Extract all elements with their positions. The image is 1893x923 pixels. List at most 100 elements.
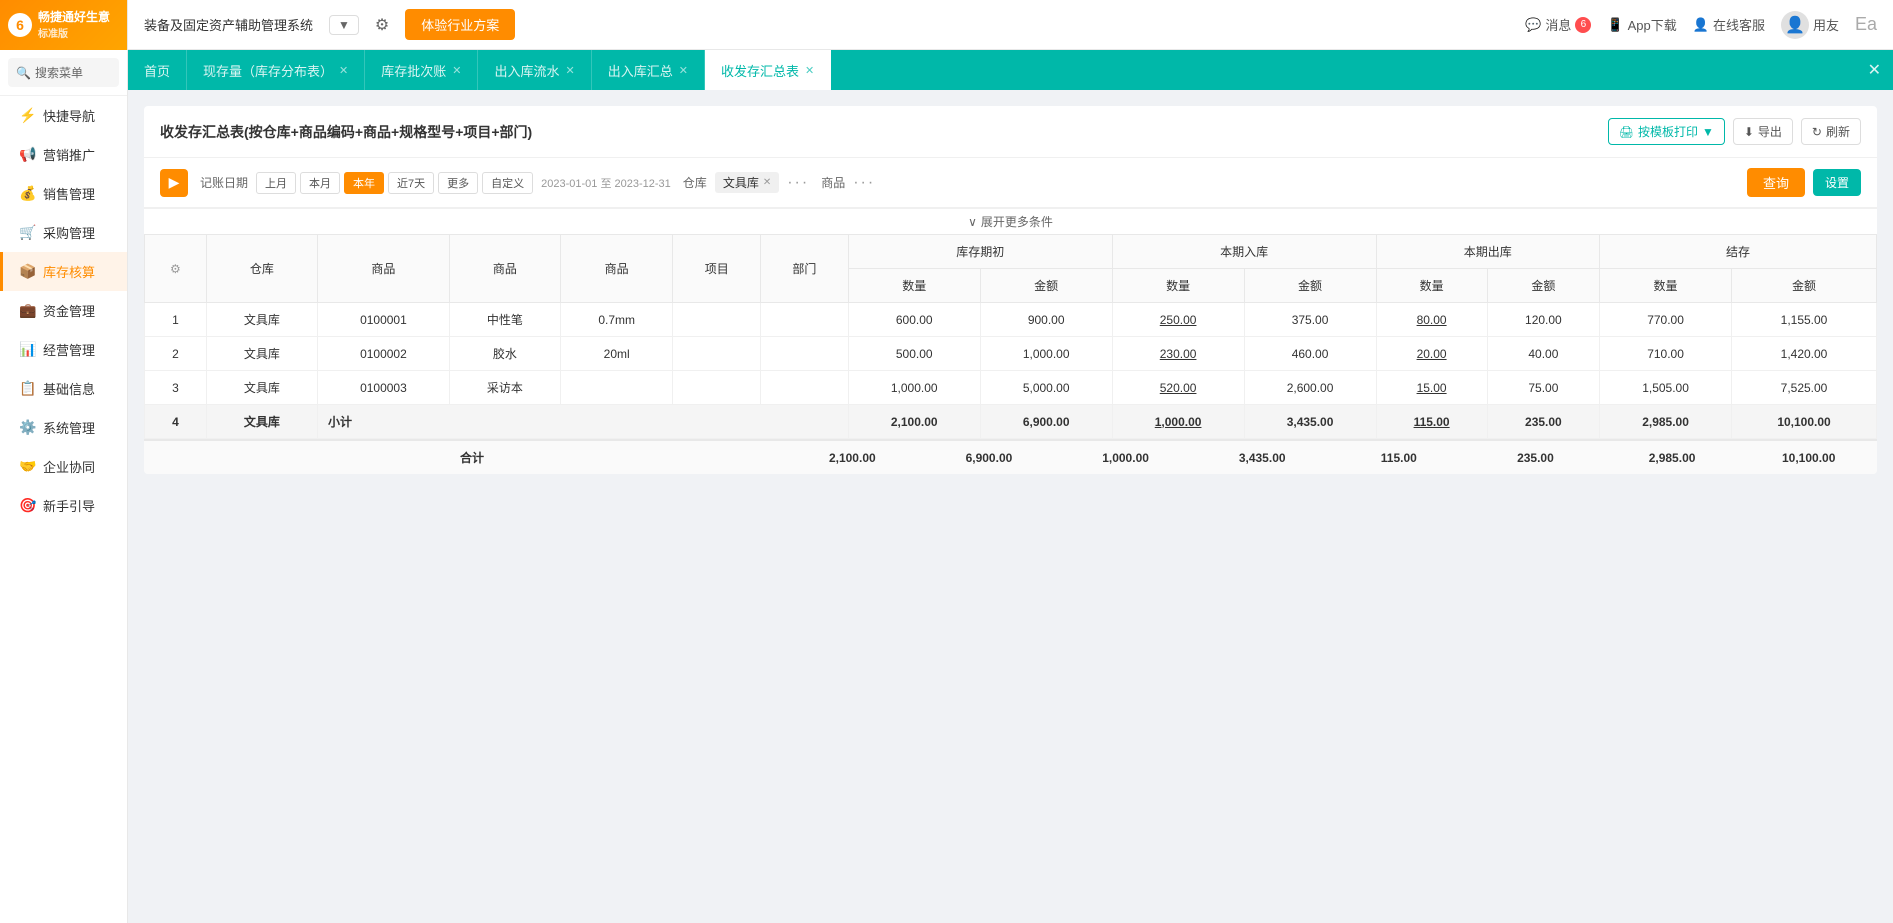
refresh-icon: ↻: [1812, 125, 1822, 139]
footer-init-qty: 2,100.00: [784, 451, 921, 465]
sidebar-item-finance[interactable]: 💼 资金管理: [0, 291, 127, 330]
tab-close-batch[interactable]: ✕: [452, 64, 461, 77]
date-btn-7days[interactable]: 近7天: [388, 172, 434, 194]
tabs-bar: 首页 现存量（库存分布表） ✕ 库存批次账 ✕ 出入库流水 ✕ 出入库汇总 ✕ …: [128, 50, 1893, 90]
system-name: 装备及固定资产辅助管理系统: [144, 15, 313, 34]
cell-code: 0100001: [317, 303, 449, 337]
online-service-button[interactable]: 👤 在线客服: [1693, 15, 1765, 34]
query-button[interactable]: 查询: [1747, 168, 1805, 197]
table-header-row1: ⚙ 仓库 商品 商品 商品 项目 部门 库存期初 本期入库 本期出库 结存: [145, 235, 1877, 269]
sidebar-item-system-label: 系统管理: [43, 418, 95, 437]
footer-nums: 2,100.00 6,900.00 1,000.00 3,435.00 115.…: [784, 451, 1877, 465]
date-btn-this-year[interactable]: 本年: [344, 172, 384, 194]
user-menu[interactable]: 👤 用友: [1781, 11, 1839, 39]
th-settings[interactable]: ⚙: [145, 235, 207, 303]
cell-dept: [761, 303, 849, 337]
sidebar-item-enterprise[interactable]: 🤝 企业协同: [0, 447, 127, 486]
warehouse-more[interactable]: ···: [787, 174, 809, 192]
cell-in-qty[interactable]: 520.00: [1112, 371, 1244, 405]
tab-close-flow[interactable]: ✕: [566, 64, 575, 77]
th-init-amt: 金额: [980, 269, 1112, 303]
date-btn-this-month[interactable]: 本月: [300, 172, 340, 194]
service-icon: 👤: [1693, 17, 1709, 33]
subtotal-in-qty[interactable]: 1,000.00: [1112, 405, 1244, 439]
date-btn-more[interactable]: 更多: [438, 172, 478, 194]
cell-no: 2: [145, 337, 207, 371]
cell-warehouse: 文具库: [206, 337, 317, 371]
expand-conditions-row[interactable]: ∨ 展开更多条件: [144, 208, 1877, 234]
footer-bal-qty: 2,985.00: [1604, 451, 1741, 465]
sidebar-item-quick[interactable]: ⚡ 快捷导航: [0, 96, 127, 135]
goods-label: 商品: [821, 174, 845, 191]
sidebar-item-operation-label: 经营管理: [43, 340, 95, 359]
warehouse-tag-close[interactable]: ✕: [763, 177, 771, 188]
tab-close-summary[interactable]: ✕: [679, 64, 688, 77]
cell-project: [673, 303, 761, 337]
date-btn-custom[interactable]: 自定义: [482, 172, 533, 194]
sidebar-item-inventory[interactable]: 📦 库存核算: [0, 252, 127, 291]
warehouse-label: 仓库: [683, 174, 707, 191]
refresh-button[interactable]: ↻ 刷新: [1801, 118, 1861, 145]
tab-close-recv-summary[interactable]: ✕: [805, 64, 814, 77]
tab-close-inventory-dist[interactable]: ✕: [339, 64, 348, 77]
subtotal-no: 4: [145, 405, 207, 439]
print-template-button[interactable]: 🖨 按模板打印 ▼: [1608, 118, 1725, 145]
column-settings-icon[interactable]: ⚙: [170, 262, 181, 276]
message-badge: 6: [1575, 17, 1591, 33]
cell-bal-qty: 1,505.00: [1600, 371, 1732, 405]
cell-in-qty[interactable]: 250.00: [1112, 303, 1244, 337]
app-download-button[interactable]: 📱 App下载: [1607, 15, 1676, 34]
cell-init-amt: 5,000.00: [980, 371, 1112, 405]
cell-no: 1: [145, 303, 207, 337]
subtotal-out-qty[interactable]: 115.00: [1376, 405, 1487, 439]
settings-gear-icon[interactable]: ⚙: [375, 15, 389, 35]
sidebar-item-enterprise-label: 企业协同: [43, 457, 95, 476]
cell-out-qty[interactable]: 15.00: [1376, 371, 1487, 405]
sidebar-item-basic[interactable]: 📋 基础信息: [0, 369, 127, 408]
tab-home[interactable]: 首页: [128, 50, 187, 90]
filter-toggle-button[interactable]: ▶: [160, 169, 188, 197]
cell-in-amt: 460.00: [1244, 337, 1376, 371]
cell-out-qty[interactable]: 20.00: [1376, 337, 1487, 371]
export-icon: ⬇: [1744, 125, 1754, 139]
cell-in-qty[interactable]: 230.00: [1112, 337, 1244, 371]
warehouse-filter-group: 仓库 文具库 ✕ ···: [683, 172, 809, 193]
tabs-close-all[interactable]: ✕: [1856, 50, 1893, 90]
sidebar-item-sales[interactable]: 💰 销售管理: [0, 174, 127, 213]
tab-flow[interactable]: 出入库流水 ✕: [478, 50, 591, 90]
table-footer: 合计 2,100.00 6,900.00 1,000.00 3,435.00 1…: [144, 439, 1877, 474]
system-icon: ⚙️: [19, 419, 35, 436]
th-bal-amt: 金额: [1732, 269, 1877, 303]
cell-bal-amt: 1,155.00: [1732, 303, 1877, 337]
tab-recv-summary[interactable]: 收发存汇总表 ✕: [705, 50, 831, 90]
export-button[interactable]: ⬇ 导出: [1733, 118, 1793, 145]
logo-text: 畅捷通好生意: [38, 10, 110, 26]
sidebar-item-purchase[interactable]: 🛒 采购管理: [0, 213, 127, 252]
subtotal-init-qty: 2,100.00: [848, 405, 980, 439]
tab-summary[interactable]: 出入库汇总 ✕: [592, 50, 705, 90]
search-menu-button[interactable]: 🔍 搜索菜单: [8, 58, 119, 87]
sidebar-item-system[interactable]: ⚙️ 系统管理: [0, 408, 127, 447]
subtotal-in-amt: 3,435.00: [1244, 405, 1376, 439]
sidebar-nav: ⚡ 快捷导航 📢 营销推广 💰 销售管理 🛒 采购管理 📦 库存核算 💼 资金管…: [0, 96, 127, 923]
tab-batch[interactable]: 库存批次账 ✕: [365, 50, 478, 90]
sidebar-item-guide[interactable]: 🎯 新手引导: [0, 486, 127, 525]
date-btn-last-month[interactable]: 上月: [256, 172, 296, 194]
sidebar-item-operation[interactable]: 📊 经营管理: [0, 330, 127, 369]
table-row: 2 文具库 0100002 胶水 20ml 500.00 1,000.00 23…: [145, 337, 1877, 371]
trial-button[interactable]: 体验行业方案: [405, 9, 515, 40]
filter-settings-button[interactable]: 设置: [1813, 169, 1861, 196]
sidebar-item-marketing[interactable]: 📢 营销推广: [0, 135, 127, 174]
goods-more[interactable]: ···: [853, 174, 875, 192]
cell-code: 0100002: [317, 337, 449, 371]
search-icon: 🔍: [16, 66, 31, 80]
footer-out-qty: 115.00: [1331, 451, 1468, 465]
cell-project: [673, 337, 761, 371]
date-range-display: 2023-01-01 至 2023-12-31: [541, 175, 671, 191]
subtotal-row: 4 文具库 小计 2,100.00 6,900.00 1,000.00 3,43…: [145, 405, 1877, 439]
system-dropdown[interactable]: ▼: [329, 15, 359, 35]
cell-out-qty[interactable]: 80.00: [1376, 303, 1487, 337]
tab-inventory-dist[interactable]: 现存量（库存分布表） ✕: [187, 50, 365, 90]
message-button[interactable]: 💬 消息 6: [1525, 15, 1591, 34]
guide-icon: 🎯: [19, 497, 35, 514]
